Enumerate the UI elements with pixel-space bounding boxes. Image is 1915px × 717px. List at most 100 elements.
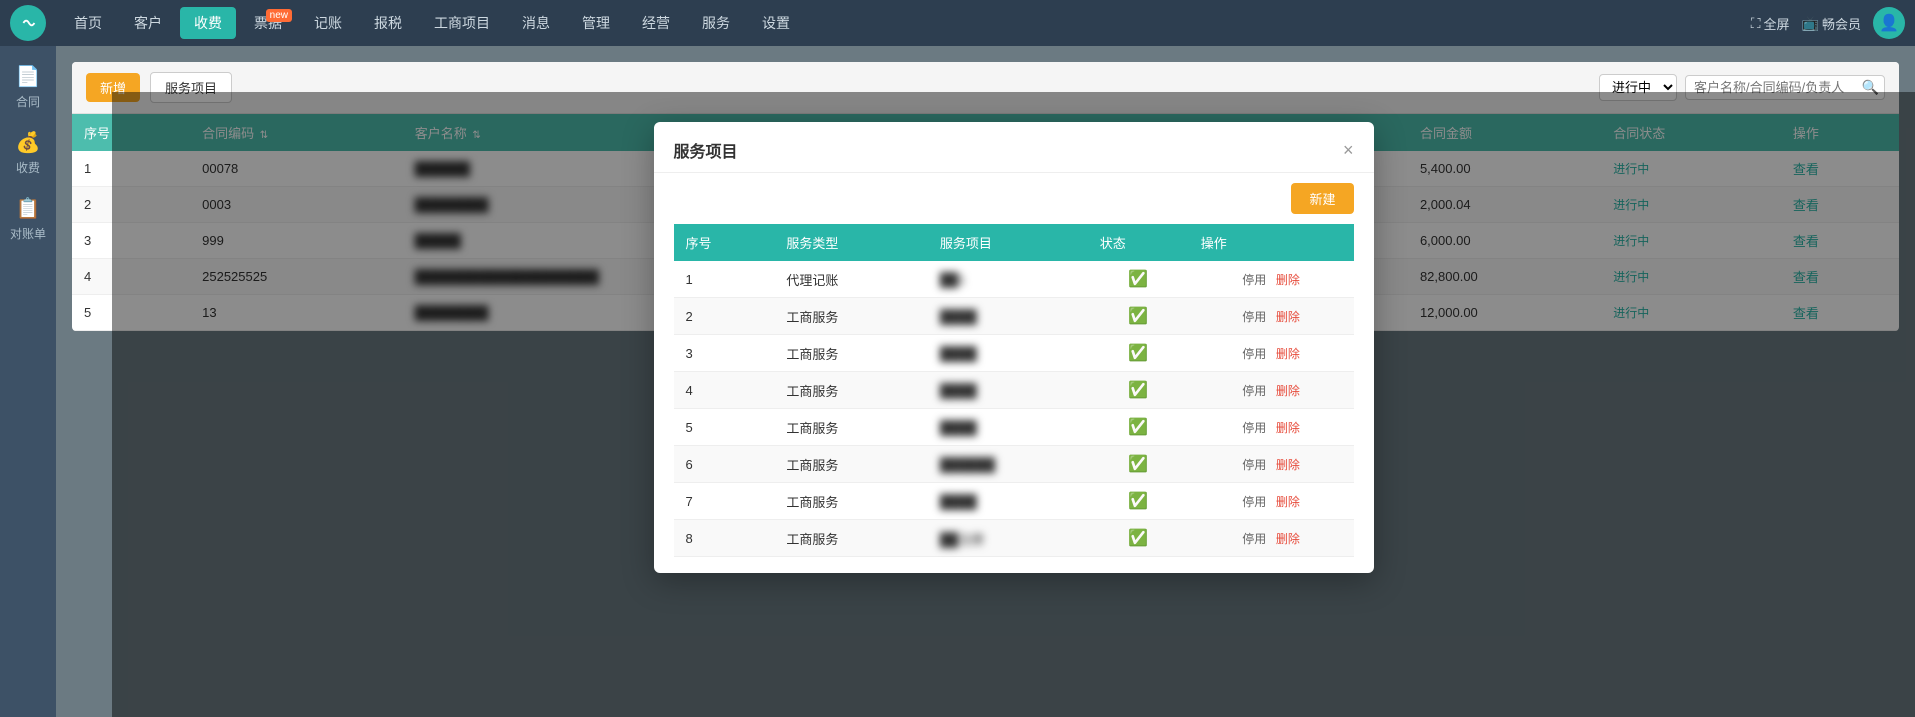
delete-button[interactable]: 删除 [1276, 384, 1300, 398]
list-item: 8 工商服务 ██注册 ✅ 停用 删除 [674, 520, 1354, 557]
modal-cell-type: 工商服务 [774, 409, 927, 446]
delete-button[interactable]: 删除 [1276, 347, 1300, 361]
modal-cell-action[interactable]: 停用 删除 [1189, 298, 1354, 335]
modal-cell-action[interactable]: 停用 删除 [1189, 409, 1354, 446]
list-item: 5 工商服务 ████ ✅ 停用 删除 [674, 409, 1354, 446]
modal-cell-action[interactable]: 停用 删除 [1189, 372, 1354, 409]
modal-cell-project: ██1 [928, 261, 1088, 298]
modal-cell-status: ✅ [1088, 520, 1189, 557]
delete-button[interactable]: 删除 [1276, 495, 1300, 509]
list-item: 3 工商服务 ████ ✅ 停用 删除 [674, 335, 1354, 372]
modal-col-status: 状态 [1088, 224, 1189, 261]
sidebar-reconcile-label: 对账单 [10, 225, 46, 242]
delete-button[interactable]: 删除 [1276, 310, 1300, 324]
nav-service[interactable]: 服务 [688, 7, 744, 39]
modal-cell-project: ████ [928, 483, 1088, 520]
nav-tax[interactable]: 报税 [360, 7, 416, 39]
stop-button[interactable]: 停用 [1242, 421, 1266, 435]
sidebar-item-reconcile[interactable]: 📋 对账单 [2, 188, 54, 250]
modal-header-row: 序号 服务类型 服务项目 状态 操作 [674, 224, 1354, 261]
service-table: 序号 服务类型 服务项目 状态 操作 1 代理记账 ██1 ✅ 停用 删除 2 … [674, 224, 1354, 557]
sidebar-fee-label: 收费 [16, 159, 40, 176]
nav-bookkeeping[interactable]: 记账 [300, 7, 356, 39]
status-check-icon: ✅ [1128, 493, 1148, 510]
modal-cell-seq: 5 [674, 409, 775, 446]
modal-cell-project: ██注册 [928, 520, 1088, 557]
modal-new-button[interactable]: 新建 [1291, 183, 1353, 214]
nav-ticket[interactable]: 票据 new [240, 7, 296, 39]
status-check-icon: ✅ [1128, 530, 1148, 547]
nav-home[interactable]: 首页 [60, 7, 116, 39]
modal-header: 服务项目 × [654, 122, 1374, 173]
modal-cell-action[interactable]: 停用 删除 [1189, 483, 1354, 520]
modal-cell-status: ✅ [1088, 372, 1189, 409]
stop-button[interactable]: 停用 [1242, 495, 1266, 509]
modal-cell-seq: 8 [674, 520, 775, 557]
nav-manage[interactable]: 管理 [568, 7, 624, 39]
modal-cell-type: 工商服务 [774, 335, 927, 372]
modal-toolbar: 新建 [654, 173, 1374, 224]
delete-button[interactable]: 删除 [1276, 421, 1300, 435]
nav-business[interactable]: 工商项目 [420, 7, 504, 39]
modal-cell-action[interactable]: 停用 删除 [1189, 446, 1354, 483]
modal-cell-action[interactable]: 停用 删除 [1189, 335, 1354, 372]
modal-cell-status: ✅ [1088, 409, 1189, 446]
stop-button[interactable]: 停用 [1242, 273, 1266, 287]
modal-cell-project: ████ [928, 298, 1088, 335]
list-item: 4 工商服务 ████ ✅ 停用 删除 [674, 372, 1354, 409]
modal-cell-status: ✅ [1088, 483, 1189, 520]
modal-col-seq: 序号 [674, 224, 775, 261]
modal-cell-type: 代理记账 [774, 261, 927, 298]
contract-icon: 📄 [16, 64, 41, 89]
status-check-icon: ✅ [1128, 382, 1148, 399]
modal-close-button[interactable]: × [1343, 141, 1354, 159]
list-item: 1 代理记账 ██1 ✅ 停用 删除 [674, 261, 1354, 298]
delete-button[interactable]: 删除 [1276, 458, 1300, 472]
stop-button[interactable]: 停用 [1242, 347, 1266, 361]
sidebar-contract-label: 合同 [16, 93, 40, 110]
modal-cell-type: 工商服务 [774, 446, 927, 483]
stop-button[interactable]: 停用 [1242, 458, 1266, 472]
modal-cell-seq: 3 [674, 335, 775, 372]
main-content: 新增 服务项目 进行中 全部 已结束 🔍 序号 合同编码 ⇅ [56, 46, 1915, 717]
nav-message[interactable]: 消息 [508, 7, 564, 39]
modal-col-project: 服务项目 [928, 224, 1088, 261]
member-icon: 📺 [1802, 15, 1819, 32]
modal-cell-project: ████ [928, 335, 1088, 372]
status-check-icon: ✅ [1128, 419, 1148, 436]
stop-button[interactable]: 停用 [1242, 384, 1266, 398]
modal-cell-status: ✅ [1088, 298, 1189, 335]
modal-cell-seq: 7 [674, 483, 775, 520]
modal-cell-action[interactable]: 停用 删除 [1189, 520, 1354, 557]
stop-button[interactable]: 停用 [1242, 532, 1266, 546]
stop-button[interactable]: 停用 [1242, 310, 1266, 324]
new-badge: new [266, 9, 292, 22]
delete-button[interactable]: 删除 [1276, 273, 1300, 287]
sidebar-item-fee[interactable]: 💰 收费 [2, 122, 54, 184]
nav-customer[interactable]: 客户 [120, 7, 176, 39]
sidebar-item-contract[interactable]: 📄 合同 [2, 56, 54, 118]
modal-cell-project: ████ [928, 372, 1088, 409]
avatar[interactable]: 👤 [1873, 7, 1905, 39]
nav-operation[interactable]: 经营 [628, 7, 684, 39]
avatar-icon: 👤 [1879, 13, 1899, 33]
status-check-icon: ✅ [1128, 456, 1148, 473]
reconcile-icon: 📋 [16, 196, 41, 221]
modal-overlay: 服务项目 × 新建 序号 服务类型 服务项目 状态 操作 [112, 92, 1915, 717]
member-label[interactable]: 📺 畅会员 [1802, 14, 1861, 33]
left-sidebar: 📄 合同 💰 收费 📋 对账单 [0, 46, 56, 717]
modal-cell-status: ✅ [1088, 335, 1189, 372]
nav-settings[interactable]: 设置 [748, 7, 804, 39]
modal-cell-seq: 1 [674, 261, 775, 298]
modal-cell-type: 工商服务 [774, 298, 927, 335]
fullscreen-label[interactable]: ⛶ 全屏 [1751, 14, 1790, 33]
modal-cell-status: ✅ [1088, 446, 1189, 483]
modal-body: 序号 服务类型 服务项目 状态 操作 1 代理记账 ██1 ✅ 停用 删除 2 … [654, 224, 1374, 573]
modal-cell-action[interactable]: 停用 删除 [1189, 261, 1354, 298]
delete-button[interactable]: 删除 [1276, 532, 1300, 546]
modal-cell-seq: 2 [674, 298, 775, 335]
modal-cell-type: 工商服务 [774, 483, 927, 520]
nav-right: ⛶ 全屏 📺 畅会员 👤 [1751, 7, 1905, 39]
nav-fee[interactable]: 收费 [180, 7, 236, 39]
list-item: 7 工商服务 ████ ✅ 停用 删除 [674, 483, 1354, 520]
